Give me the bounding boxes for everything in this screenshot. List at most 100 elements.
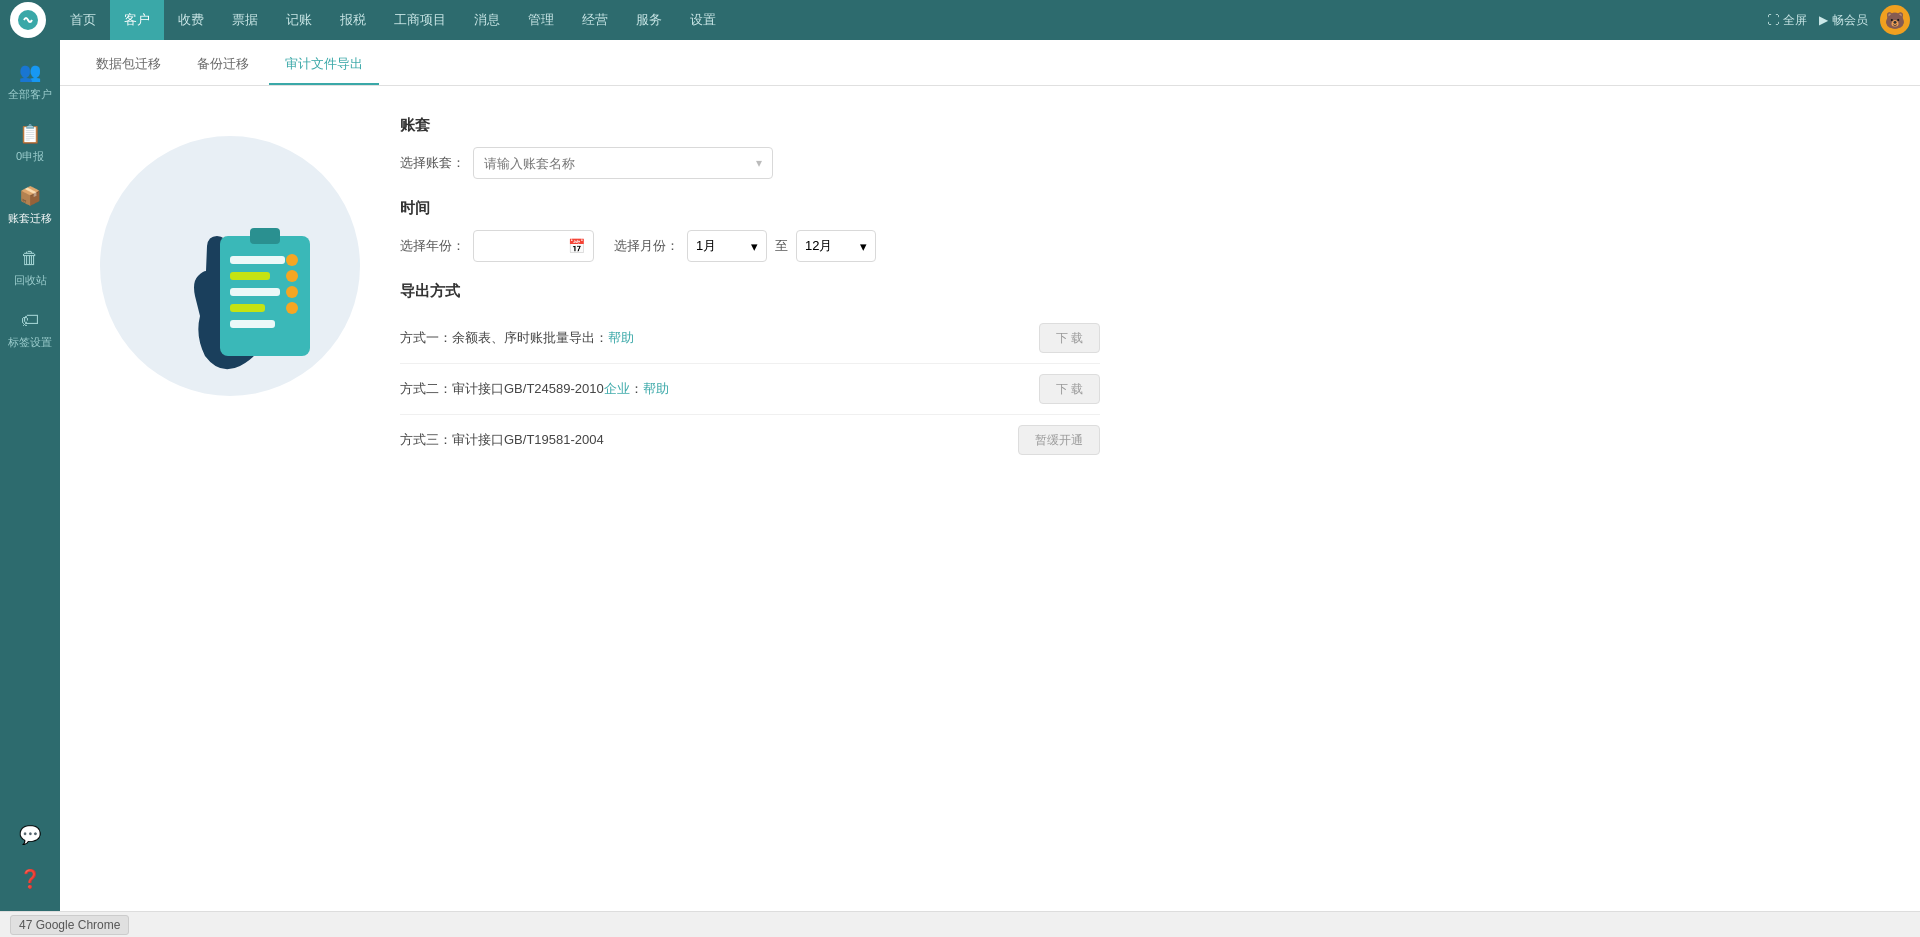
to-label: 至 [775,237,788,255]
tab-data-migrate[interactable]: 数据包迁移 [80,45,177,85]
tag-settings-icon: 🏷 [18,308,42,332]
top-nav: 首页 客户 收费 票据 记账 报税 工商项目 消息 管理 经营 服务 设置 ⛶ … [0,0,1920,40]
sidebar-item-chat[interactable]: 💬 [18,813,42,857]
sidebar-item-label: 全部客户 [8,87,52,102]
method-1-prefix: 方式一：余额表、序时账批量导出： [400,330,608,345]
bottom-bar: 47 Google Chrome [0,911,1920,937]
all-clients-icon: 👥 [18,60,42,84]
start-month-arrow-icon: ▾ [751,239,758,254]
export-method-1: 方式一：余额表、序时账批量导出：帮助 下 载 [400,313,1100,364]
start-month-value: 1月 [696,237,716,255]
method-2-enterprise-link[interactable]: 企业 [604,381,630,396]
export-method-2: 方式二：审计接口GB/T24589-2010企业：帮助 下 载 [400,364,1100,415]
account-input[interactable] [484,156,752,171]
method-1-help-link[interactable]: 帮助 [608,330,634,345]
sidebar-item-tag-settings[interactable]: 🏷 标签设置 [0,298,60,360]
start-month-select[interactable]: 1月 ▾ [687,230,767,262]
bottom-bar-label: 47 Google Chrome [19,918,120,932]
sidebar-item-zero-declare[interactable]: 📋 0申报 [0,112,60,174]
illustration-circle [100,136,360,396]
chat-icon: 💬 [18,823,42,847]
member-button[interactable]: ▶ 畅会员 [1819,12,1868,29]
time-section-title: 时间 [400,199,1100,218]
method-2-prefix: 方式二：审计接口GB/T24589-2010 [400,381,604,396]
nav-invoice[interactable]: 票据 [218,0,272,40]
export-method-3: 方式三：审计接口GB/T19581-2004 暂缓开通 [400,415,1100,465]
main-layout: 👥 全部客户 📋 0申报 📦 账套迁移 🗑 回收站 🏷 标签设置 💬 ❓ [0,40,1920,911]
nav-tax[interactable]: 报税 [326,0,380,40]
account-select-label: 选择账套： [400,154,465,172]
sidebar-item-all-clients[interactable]: 👥 全部客户 [0,50,60,112]
sidebar-bottom: 💬 ❓ [18,813,42,911]
svg-rect-6 [230,304,265,312]
nav-message[interactable]: 消息 [460,0,514,40]
fullscreen-label: 全屏 [1783,12,1807,29]
year-label: 选择年份： [400,237,465,255]
fullscreen-button[interactable]: ⛶ 全屏 [1767,12,1807,29]
nav-service[interactable]: 服务 [622,0,676,40]
svg-point-11 [286,302,298,314]
svg-rect-3 [230,256,285,264]
method-2-download-button[interactable]: 下 载 [1039,374,1100,404]
form-area: 账套 选择账套： ▾ 时间 选择年份： 2023 📅 选择月份 [400,116,1100,465]
tab-audit-export[interactable]: 审计文件导出 [269,45,379,85]
account-section-title: 账套 [400,116,1100,135]
nav-home[interactable]: 首页 [56,0,110,40]
content-area: 数据包迁移 备份迁移 审计文件导出 [60,40,1920,911]
account-select[interactable]: ▾ [473,147,773,179]
sidebar-item-label: 账套迁移 [8,211,52,226]
recycle-icon: 🗑 [18,246,42,270]
account-select-arrow-icon: ▾ [756,156,762,170]
illustration-svg [130,156,330,376]
svg-point-10 [286,286,298,298]
top-nav-items: 首页 客户 收费 票据 记账 报税 工商项目 消息 管理 经营 服务 设置 [56,0,1767,40]
bottom-bar-chrome-item[interactable]: 47 Google Chrome [10,915,129,935]
method-1-download-button[interactable]: 下 载 [1039,323,1100,353]
end-month-value: 12月 [805,237,832,255]
fullscreen-icon: ⛶ [1767,13,1779,27]
play-icon: ▶ [1819,13,1828,27]
zero-declare-icon: 📋 [18,122,42,146]
member-label: 畅会员 [1832,12,1868,29]
nav-client[interactable]: 客户 [110,0,164,40]
calendar-icon: 📅 [568,238,585,254]
export-section-title: 导出方式 [400,282,1100,301]
method-2-middle: ： [630,381,643,396]
year-input[interactable]: 2023 [482,239,562,254]
method-3-pending-button[interactable]: 暂缓开通 [1018,425,1100,455]
app-logo [10,2,46,38]
sidebar-item-label: 0申报 [16,149,44,164]
nav-business[interactable]: 工商项目 [380,0,460,40]
nav-manage[interactable]: 管理 [514,0,568,40]
sidebar-item-label: 标签设置 [8,335,52,350]
nav-operation[interactable]: 经营 [568,0,622,40]
month-label: 选择月份： [614,237,679,255]
sidebar-item-recycle[interactable]: 🗑 回收站 [0,236,60,298]
method-2-text: 方式二：审计接口GB/T24589-2010企业：帮助 [400,380,669,398]
method-2-help-link[interactable]: 帮助 [643,381,669,396]
sidebar-item-help[interactable]: ❓ [18,857,42,901]
top-nav-right: ⛶ 全屏 ▶ 畅会员 🐻 [1767,5,1910,35]
method-3-text: 方式三：审计接口GB/T19581-2004 [400,431,604,449]
page-content: 账套 选择账套： ▾ 时间 选择年份： 2023 📅 选择月份 [60,86,1920,911]
nav-bookkeeping[interactable]: 记账 [272,0,326,40]
svg-rect-2 [250,228,280,244]
tab-bar: 数据包迁移 备份迁移 审计文件导出 [60,40,1920,86]
method-1-text: 方式一：余额表、序时账批量导出：帮助 [400,329,634,347]
nav-settings[interactable]: 设置 [676,0,730,40]
end-month-select[interactable]: 12月 ▾ [796,230,876,262]
year-input-field[interactable]: 2023 📅 [473,230,594,262]
avatar[interactable]: 🐻 [1880,5,1910,35]
svg-rect-5 [230,288,280,296]
tab-backup-migrate[interactable]: 备份迁移 [181,45,265,85]
svg-rect-4 [230,272,270,280]
svg-point-9 [286,270,298,282]
svg-rect-7 [230,320,275,328]
help-icon: ❓ [18,867,42,891]
sidebar-item-label: 回收站 [14,273,47,288]
account-migrate-icon: 📦 [18,184,42,208]
svg-point-8 [286,254,298,266]
sidebar-item-account-migrate[interactable]: 📦 账套迁移 [0,174,60,236]
nav-fee[interactable]: 收费 [164,0,218,40]
end-month-arrow-icon: ▾ [860,239,867,254]
